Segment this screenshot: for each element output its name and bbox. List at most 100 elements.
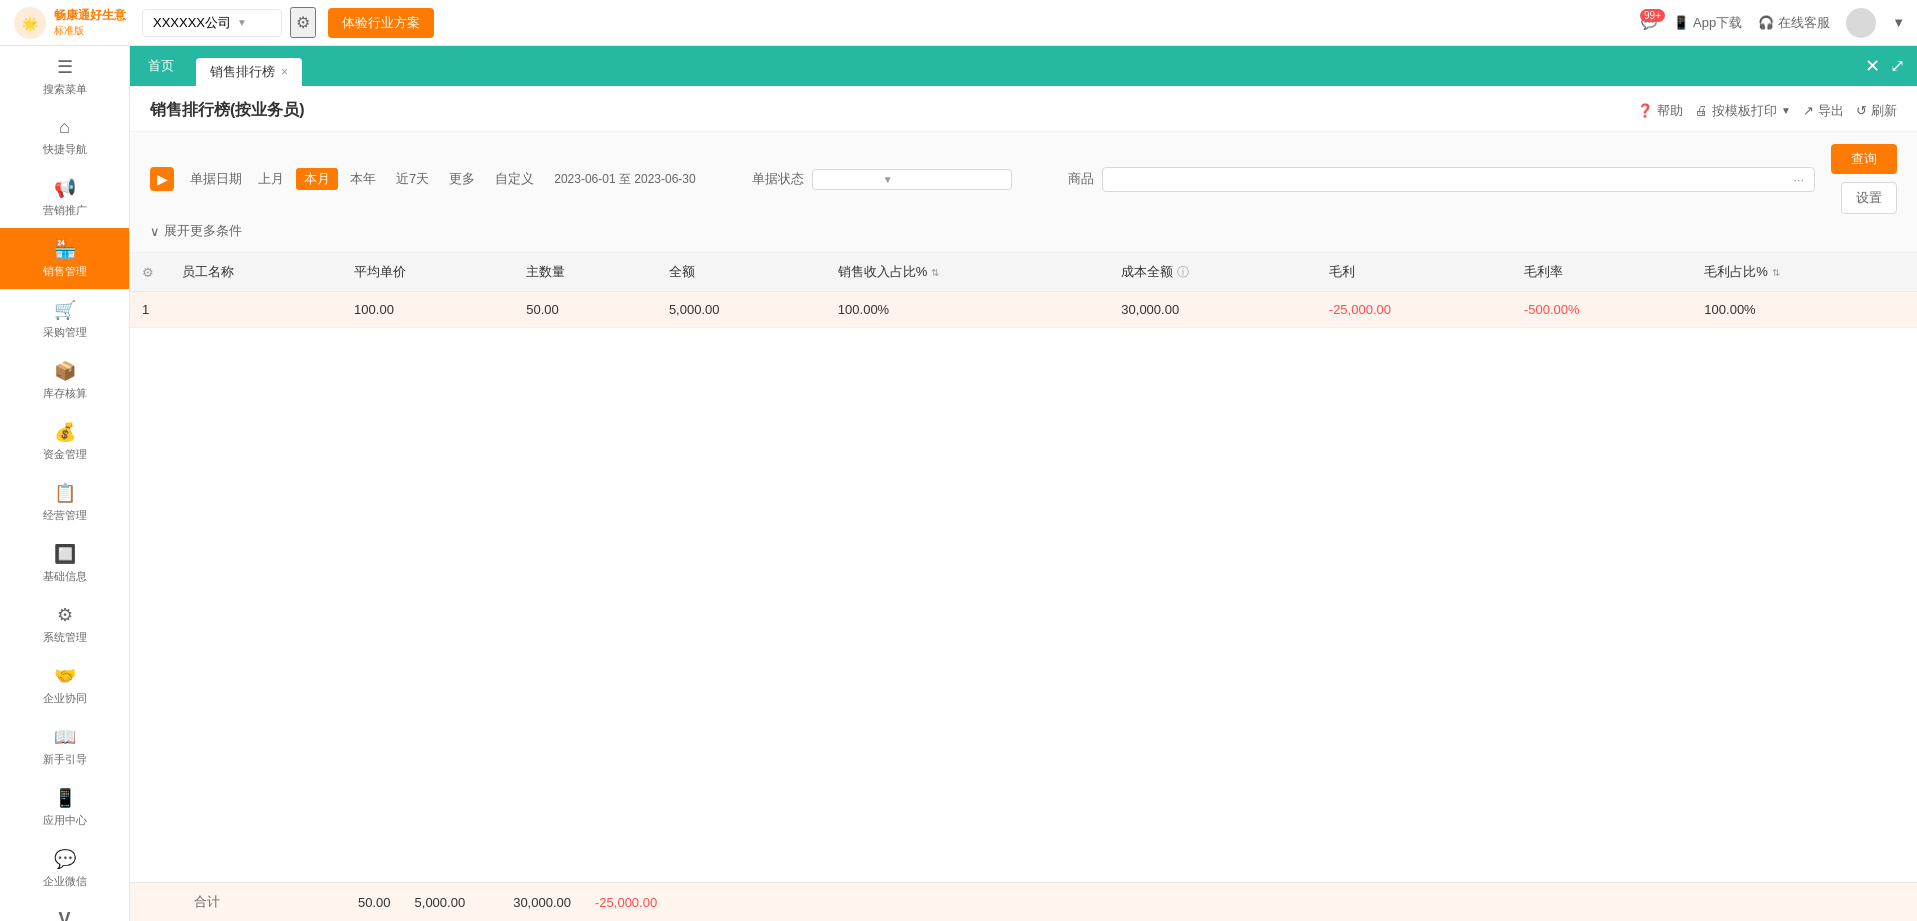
date-tab-more[interactable]: 更多 <box>441 168 483 190</box>
footer-total-amount: 5,000.00 <box>403 895 478 910</box>
tab-label: 销售排行榜 <box>210 63 275 81</box>
data-table: ⚙ 员工名称 平均单价 主数量 全额 销售收入占比% ⇅ <box>130 253 1917 328</box>
date-tabs: 上月 本月 本年 近7天 更多 自定义 <box>250 168 542 190</box>
top-right-area: 💬 99+ 📱 App下载 🎧 在线客服 ▼ <box>1641 8 1905 38</box>
sidebar-item-enterprise-wechat[interactable]: 💬 企业微信 <box>0 838 129 899</box>
print-icon: 🖨 <box>1695 103 1708 118</box>
date-tab-7days[interactable]: 近7天 <box>388 168 437 190</box>
col-header-total-amount: 全额 <box>657 253 826 292</box>
system-icon: ⚙ <box>57 604 73 626</box>
sidebar-item-marketing[interactable]: 📢 营销推广 <box>0 167 129 228</box>
operation-icon: 📋 <box>54 482 76 504</box>
sidebar-item-purchase-mgmt[interactable]: 🛒 采购管理 <box>0 289 129 350</box>
sidebar-item-inventory[interactable]: 📦 库存核算 <box>0 350 129 411</box>
app-center-icon: 📱 <box>54 787 76 809</box>
status-filter-select[interactable]: ▼ <box>812 169 1012 190</box>
headset-icon: 🎧 <box>1758 15 1774 30</box>
sidebar-item-enterprise-collab[interactable]: 🤝 企业协同 <box>0 655 129 716</box>
sidebar: ☰ 搜索菜单 ⌂ 快捷导航 📢 营销推广 🏪 销售管理 🛒 采购管理 <box>0 46 130 921</box>
trial-btn[interactable]: 体验行业方案 <box>328 8 434 38</box>
footer-total-label: 合计 <box>142 893 322 911</box>
finance-icon: 💰 <box>54 421 76 443</box>
basic-info-icon: 🔲 <box>54 543 76 565</box>
status-select-arrow-icon: ▼ <box>883 174 893 185</box>
app-container: 🌟 畅康通好生意 标准版 XXXXXX公司 ▼ ⚙ 体验行业方案 💬 99+ 📱… <box>0 0 1917 921</box>
settings-icon-btn[interactable]: ⚙ <box>290 7 316 38</box>
goods-filter-input[interactable]: ··· <box>1102 167 1815 192</box>
sidebar-item-search-order[interactable]: ☰ 搜索菜单 <box>0 46 129 107</box>
purchase-icon: 🛒 <box>54 299 76 321</box>
col-header-gross-profit: 毛利 <box>1317 253 1512 292</box>
company-name: XXXXXX公司 <box>153 14 231 32</box>
app-logo-icon: 🌟 <box>12 5 48 41</box>
footer-main-qty: 50.00 <box>346 895 403 910</box>
filter-row: ▶ 单据日期 上月 本月 本年 近7天 更多 自定义 <box>150 144 1897 214</box>
status-filter-item: 单据状态 ▼ <box>752 169 1012 190</box>
sidebar-item-app-center[interactable]: 📱 应用中心 <box>0 777 129 838</box>
sales-pct-sort-icon[interactable]: ⇅ <box>931 267 939 278</box>
tab-home[interactable]: 首页 <box>130 46 192 86</box>
tab-close-icon[interactable]: × <box>281 65 288 79</box>
help-btn[interactable]: ❓ 帮助 <box>1637 102 1683 120</box>
sidebar-item-vip[interactable]: V 畅会员 <box>0 899 129 921</box>
col-header-employee-name: 员工名称 <box>170 253 342 292</box>
export-btn[interactable]: ↗ 导出 <box>1803 102 1844 120</box>
app-download[interactable]: 📱 App下载 <box>1673 14 1742 32</box>
cell-gross-margin: -500.00% <box>1512 292 1692 328</box>
col-settings-icon[interactable]: ⚙ <box>142 265 154 280</box>
wechat-icon: 💬 <box>54 848 76 870</box>
marketing-icon: 📢 <box>54 177 76 199</box>
filter-expand-arrow-btn[interactable]: ▶ <box>150 167 174 191</box>
online-service[interactable]: 🎧 在线客服 <box>1758 14 1830 32</box>
col-header-settings: ⚙ <box>130 253 170 292</box>
gross-pct-sort-icon[interactable]: ⇅ <box>1772 267 1780 278</box>
home-icon: ⌂ <box>59 117 70 138</box>
tab-actions: ✕ ⤢ <box>1865 55 1917 77</box>
sidebar-items: ☰ 搜索菜单 ⌂ 快捷导航 📢 营销推广 🏪 销售管理 🛒 采购管理 <box>0 46 129 921</box>
user-avatar[interactable] <box>1846 8 1876 38</box>
sidebar-item-finance[interactable]: 💰 资金管理 <box>0 411 129 472</box>
export-icon: ↗ <box>1803 103 1814 118</box>
date-range-display: 2023-06-01 至 2023-06-30 <box>554 171 695 188</box>
company-selector[interactable]: XXXXXX公司 ▼ <box>142 9 282 37</box>
phone-icon: 📱 <box>1673 15 1689 30</box>
table-header-row: ⚙ 员工名称 平均单价 主数量 全额 销售收入占比% ⇅ <box>130 253 1917 292</box>
main-area: ☰ 搜索菜单 ⌂ 快捷导航 📢 营销推广 🏪 销售管理 🛒 采购管理 <box>0 46 1917 921</box>
notification-area[interactable]: 💬 99+ <box>1641 15 1657 30</box>
refresh-btn[interactable]: ↺ 刷新 <box>1856 102 1897 120</box>
user-name[interactable]: ▼ <box>1892 15 1905 30</box>
goods-filter-label: 商品 <box>1068 170 1094 188</box>
query-btn[interactable]: 查询 <box>1831 144 1897 174</box>
sidebar-item-sales-mgmt[interactable]: 🏪 销售管理 <box>0 228 129 289</box>
top-bar: 🌟 畅康通好生意 标准版 XXXXXX公司 ▼ ⚙ 体验行业方案 💬 99+ 📱… <box>0 0 1917 46</box>
filter-settings-btn[interactable]: 设置 <box>1841 182 1897 214</box>
sidebar-item-new-guide[interactable]: 📖 新手引导 <box>0 716 129 777</box>
print-btn[interactable]: 🖨 按模板打印 ▼ <box>1695 102 1791 120</box>
expand-more-btn[interactable]: ∨ 展开更多条件 <box>150 222 1897 240</box>
logo-text: 畅康通好生意 标准版 <box>54 7 126 38</box>
col-header-avg-price: 平均单价 <box>342 253 514 292</box>
date-tab-this-month[interactable]: 本月 <box>296 168 338 190</box>
chevron-down-expand-icon: ∨ <box>150 224 160 239</box>
sidebar-item-operation[interactable]: 📋 经营管理 <box>0 472 129 533</box>
footer-cost-amount: 30,000.00 <box>501 895 583 910</box>
sidebar-item-quick-nav[interactable]: ⌂ 快捷导航 <box>0 107 129 167</box>
sidebar-item-basic-info[interactable]: 🔲 基础信息 <box>0 533 129 594</box>
cost-amount-help-icon[interactable]: ⓘ <box>1177 265 1189 279</box>
cell-gross-pct: 100.00% <box>1692 292 1917 328</box>
col-header-main-qty: 主数量 <box>514 253 657 292</box>
inventory-icon: 📦 <box>54 360 76 382</box>
tab-maximize-icon[interactable]: ⤢ <box>1890 55 1905 77</box>
tab-close-window-icon[interactable]: ✕ <box>1865 55 1880 77</box>
date-tab-this-year[interactable]: 本年 <box>342 168 384 190</box>
sidebar-item-system-mgmt[interactable]: ⚙ 系统管理 <box>0 594 129 655</box>
col-header-gross-pct: 毛利占比% ⇅ <box>1692 253 1917 292</box>
search-icon: ☰ <box>57 56 73 78</box>
date-tab-last-month[interactable]: 上月 <box>250 168 292 190</box>
tab-sales-ranking[interactable]: 销售排行榜 × <box>196 58 302 86</box>
table-footer: 合计 50.00 5,000.00 30,000.00 -25,000.00 <box>130 882 1917 921</box>
cell-main-qty: 50.00 <box>514 292 657 328</box>
cell-total-amount: 5,000.00 <box>657 292 826 328</box>
date-tab-custom[interactable]: 自定义 <box>487 168 542 190</box>
collab-icon: 🤝 <box>54 665 76 687</box>
